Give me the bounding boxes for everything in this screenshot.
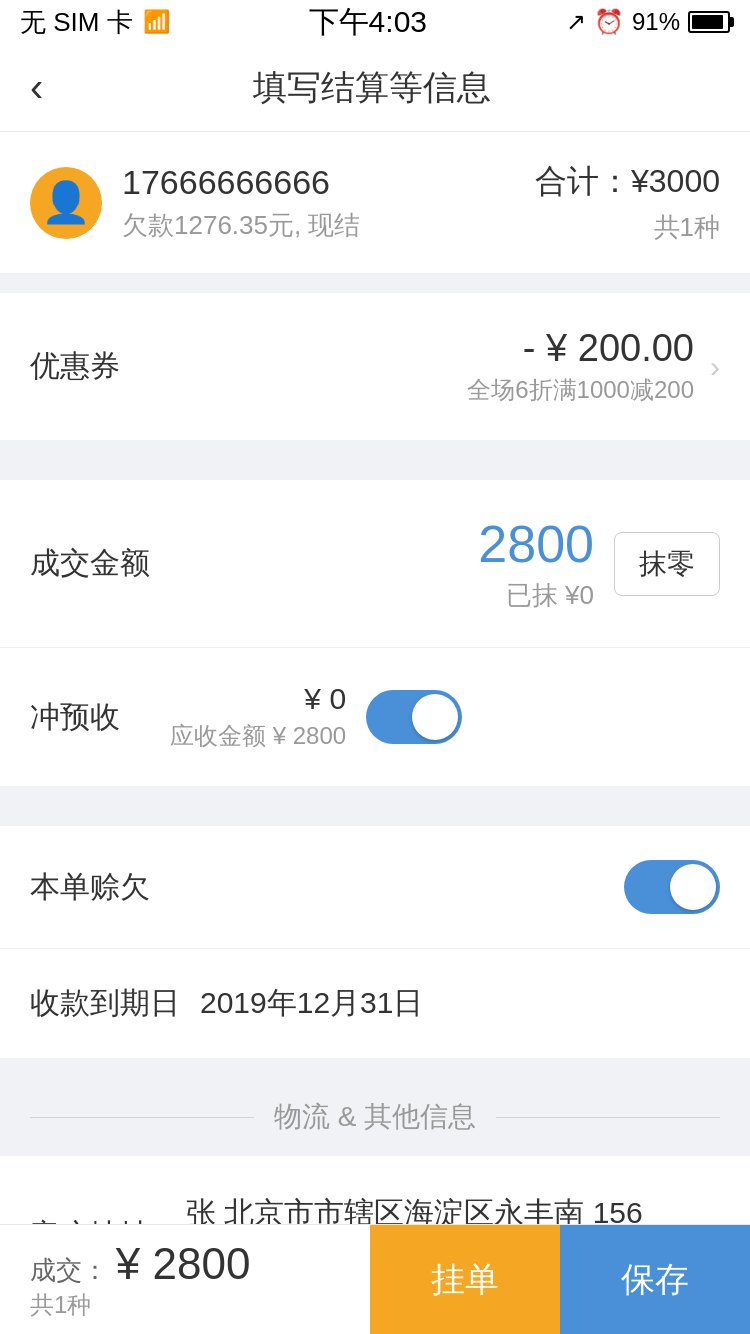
amount-row: 成交金额 2800 已抹 ¥0 抹零 bbox=[0, 480, 750, 648]
debt-label: 本单赊欠 bbox=[30, 867, 170, 908]
amount-label: 成交金额 bbox=[30, 543, 170, 584]
debt-row: 本单赊欠 bbox=[0, 826, 750, 949]
debt-toggle[interactable] bbox=[624, 860, 720, 914]
coupon-right: - ¥ 200.00 全场6折满1000减200 bbox=[170, 327, 694, 406]
nav-bar: ‹ 填写结算等信息 bbox=[0, 44, 750, 132]
page-title: 填写结算等信息 bbox=[63, 65, 680, 111]
coupon-row[interactable]: 优惠券 - ¥ 200.00 全场6折满1000减200 › bbox=[0, 293, 750, 440]
total-count: 共1种 bbox=[535, 210, 720, 245]
save-button[interactable]: 保存 bbox=[560, 1225, 750, 1334]
debt-section: 本单赊欠 收款到期日 2019年12月31日 bbox=[0, 826, 750, 1058]
carrier-label: 无 SIM 卡 bbox=[20, 5, 133, 40]
toggle-knob bbox=[412, 694, 458, 740]
hold-button[interactable]: 挂单 bbox=[370, 1225, 560, 1334]
bottom-bar: 成交： ¥ 2800 共1种 挂单 保存 bbox=[0, 1224, 750, 1334]
battery-percent: 91% bbox=[632, 8, 680, 36]
due-date-label: 收款到期日 bbox=[30, 983, 180, 1024]
divider-2 bbox=[0, 806, 750, 826]
customer-card: 👤 17666666666 欠款1276.35元, 现结 合计：¥3000 共1… bbox=[0, 132, 750, 273]
main-content: 👤 17666666666 欠款1276.35元, 现结 合计：¥3000 共1… bbox=[0, 132, 750, 1334]
total-amount: 合计：¥3000 bbox=[535, 160, 720, 204]
amount-right: 2800 已抹 ¥0 抹零 bbox=[170, 514, 720, 613]
coupon-discount: - ¥ 200.00 bbox=[523, 327, 694, 370]
due-date-value: 2019年12月31日 bbox=[200, 983, 423, 1024]
location-icon: ↗ bbox=[566, 8, 586, 36]
wifi-icon: 📶 bbox=[143, 9, 170, 35]
logistics-header: 物流 & 其他信息 bbox=[0, 1078, 750, 1156]
bottom-deal-row: 成交： ¥ 2800 bbox=[30, 1239, 340, 1289]
customer-debt: 欠款1276.35元, 现结 bbox=[122, 208, 535, 243]
logistics-header-text: 物流 & 其他信息 bbox=[274, 1098, 476, 1136]
back-button[interactable]: ‹ bbox=[30, 65, 43, 110]
coupon-label: 优惠券 bbox=[30, 346, 170, 387]
bottom-deal-label: 成交： bbox=[30, 1255, 108, 1285]
status-right: ↗ ⏰ 91% bbox=[566, 8, 730, 36]
total-label: 合计： bbox=[535, 163, 631, 199]
total-value: ¥3000 bbox=[631, 163, 720, 199]
prepay-sub: 应收金额 ¥ 2800 bbox=[170, 720, 346, 752]
coupon-value: - ¥ 200.00 全场6折满1000减200 bbox=[170, 327, 694, 406]
prepay-values: ¥ 0 应收金额 ¥ 2800 bbox=[170, 682, 346, 752]
prepay-toggle[interactable] bbox=[366, 690, 462, 744]
avatar: 👤 bbox=[30, 167, 102, 239]
battery-fill bbox=[692, 15, 723, 29]
battery-icon bbox=[688, 11, 730, 33]
prepay-amount: ¥ 0 bbox=[304, 682, 346, 716]
status-left: 无 SIM 卡 📶 bbox=[20, 5, 170, 40]
bottom-count: 共1种 bbox=[30, 1289, 340, 1321]
prepay-row: 冲预收 ¥ 0 应收金额 ¥ 2800 bbox=[0, 648, 750, 786]
customer-info: 17666666666 欠款1276.35元, 现结 bbox=[122, 163, 535, 243]
amount-section: 成交金额 2800 已抹 ¥0 抹零 冲预收 ¥ 0 应收金额 ¥ 2800 bbox=[0, 480, 750, 786]
bottom-amount: ¥ 2800 bbox=[116, 1239, 251, 1288]
round-button[interactable]: 抹零 bbox=[614, 532, 720, 596]
user-icon: 👤 bbox=[41, 179, 91, 226]
deal-amount-value: 2800 bbox=[478, 514, 594, 574]
bottom-buttons: 挂单 保存 bbox=[370, 1225, 750, 1334]
coupon-desc: 全场6折满1000减200 bbox=[467, 374, 694, 406]
coupon-section: 优惠券 - ¥ 200.00 全场6折满1000减200 › bbox=[0, 293, 750, 440]
customer-phone: 17666666666 bbox=[122, 163, 535, 202]
due-date-row: 收款到期日 2019年12月31日 bbox=[0, 949, 750, 1058]
debt-toggle-knob bbox=[670, 864, 716, 910]
alarm-icon: ⏰ bbox=[594, 8, 624, 36]
divider-1 bbox=[0, 460, 750, 480]
bottom-summary: 成交： ¥ 2800 共1种 bbox=[0, 1239, 370, 1321]
customer-total: 合计：¥3000 共1种 bbox=[535, 160, 720, 245]
chevron-right-icon: › bbox=[710, 350, 720, 384]
amount-values: 2800 已抹 ¥0 bbox=[478, 514, 594, 613]
status-time: 下午4:03 bbox=[309, 2, 427, 43]
prepay-label: 冲预收 bbox=[30, 697, 170, 738]
amount-erased: 已抹 ¥0 bbox=[506, 578, 594, 613]
status-bar: 无 SIM 卡 📶 下午4:03 ↗ ⏰ 91% bbox=[0, 0, 750, 44]
